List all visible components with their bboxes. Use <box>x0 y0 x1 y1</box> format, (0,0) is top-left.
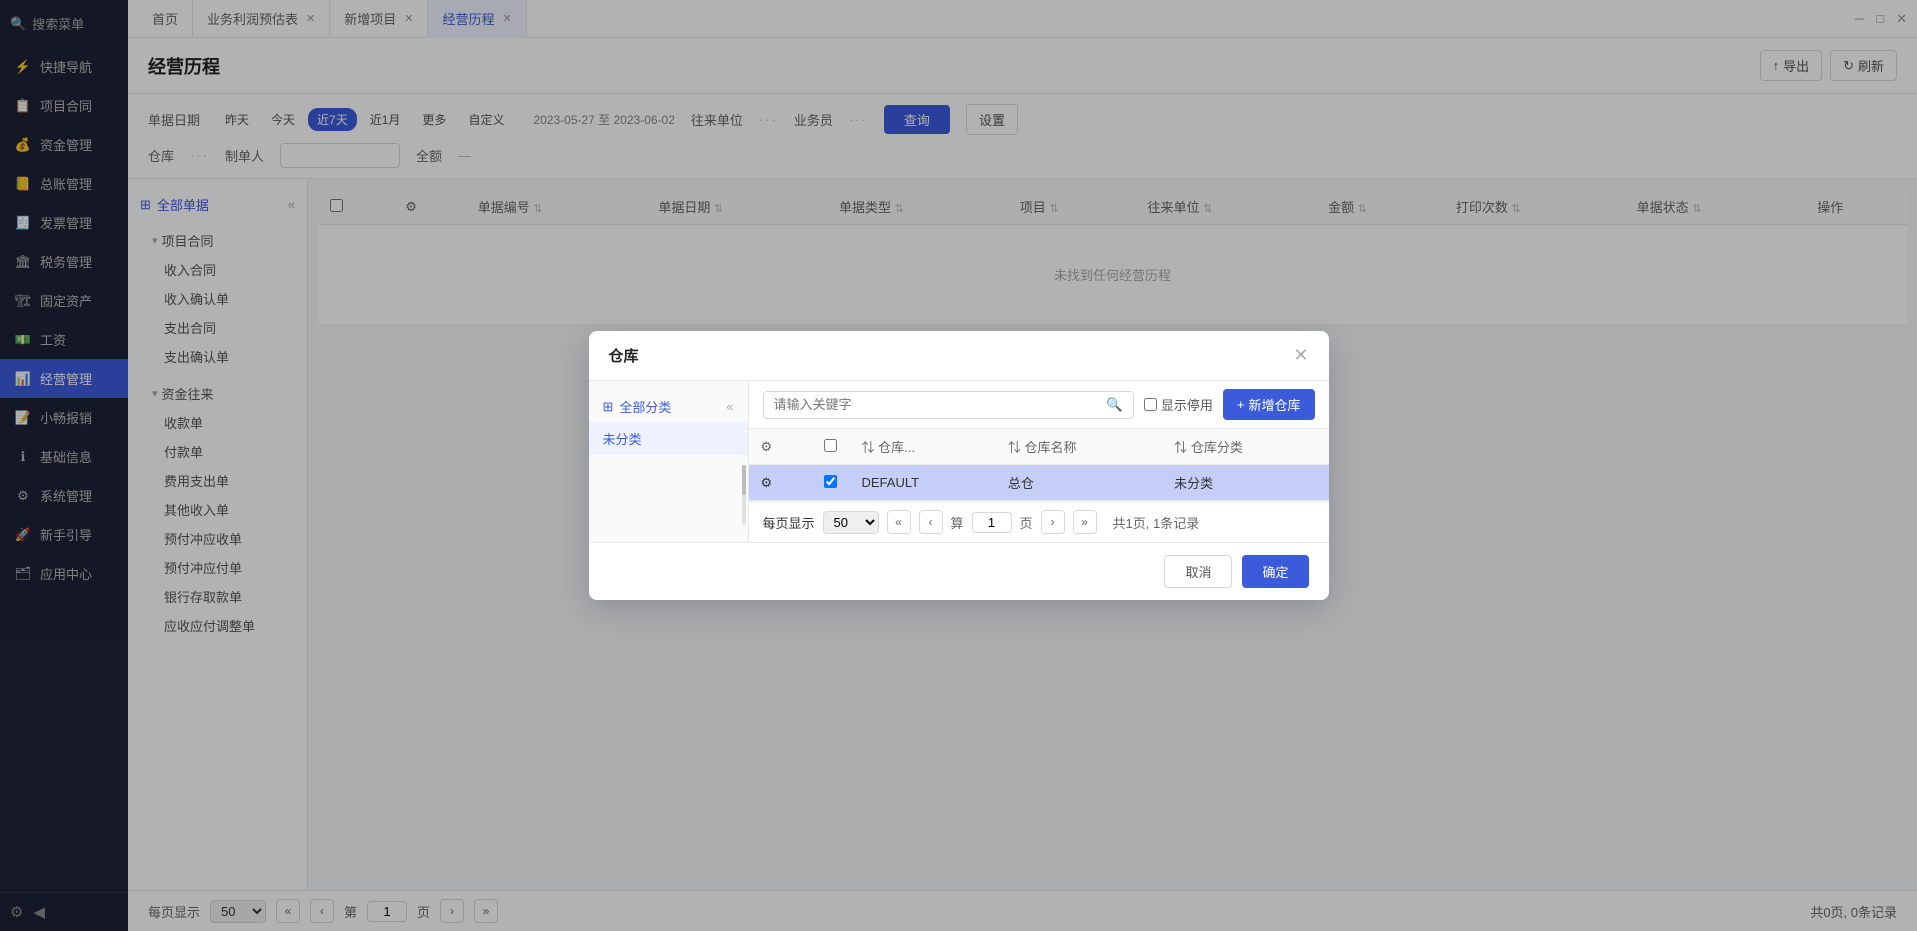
show-disabled-checkbox[interactable] <box>1144 398 1157 411</box>
modal-next-page-btn[interactable]: › <box>1041 510 1065 534</box>
row-checkbox[interactable] <box>824 475 837 488</box>
row-warehouse-category: 未分类 <box>1162 465 1328 501</box>
modal-page-size-select[interactable]: 50 100 <box>823 511 879 534</box>
modal-left-uncategorized[interactable]: 未分类 <box>589 422 748 455</box>
show-disabled-text: 显示停用 <box>1161 395 1213 414</box>
modal-left-header[interactable]: ⊞ 全部分类 « <box>589 391 748 422</box>
modal-search-wrap: 🔍 <box>763 391 1134 419</box>
warehouse-modal: 仓库 ✕ ⊞ 全部分类 « 未分类 <box>589 331 1329 600</box>
modal-first-page-btn[interactable]: « <box>887 510 911 534</box>
table-row[interactable]: ⚙ DEFAULT 总仓 未分类 <box>749 465 1329 501</box>
row-warehouse-name: 总仓 <box>996 465 1162 501</box>
modal-go-label: 算 <box>951 513 964 532</box>
modal-close-button[interactable]: ✕ <box>1293 345 1308 366</box>
row-checkbox-cell <box>812 465 849 501</box>
add-warehouse-label: 新增仓库 <box>1248 395 1300 414</box>
warehouse-category-header: 仓库分类 <box>1191 440 1243 455</box>
warehouse-code-header: 仓库... <box>878 440 915 455</box>
modal-col-settings: ⚙ <box>749 429 813 465</box>
show-disabled-label: 显示停用 <box>1144 395 1213 414</box>
modal-header: 仓库 ✕ <box>589 331 1329 381</box>
modal-search-button[interactable]: 🔍 <box>1096 392 1133 418</box>
modal-footer: 取消 确定 <box>589 542 1329 600</box>
modal-pagination: 每页显示 50 100 « ‹ 算 页 › » 共1页, 1条记录 <box>749 501 1329 542</box>
modal-table-wrap: ⚙ ⇅ 仓库... ⇅ 仓库名称 <box>749 429 1329 501</box>
modal-right-panel: 🔍 显示停用 + 新增仓库 <box>749 381 1329 542</box>
uncategorized-label: 未分类 <box>603 432 642 447</box>
modal-overlay[interactable]: 仓库 ✕ ⊞ 全部分类 « 未分类 <box>0 0 1917 931</box>
modal-prev-page-btn[interactable]: ‹ <box>919 510 943 534</box>
modal-body: ⊞ 全部分类 « 未分类 🔍 <box>589 381 1329 542</box>
modal-toolbar: 🔍 显示停用 + 新增仓库 <box>749 381 1329 429</box>
add-warehouse-button[interactable]: + 新增仓库 <box>1223 389 1315 420</box>
warehouse-name-header: 仓库名称 <box>1025 440 1077 455</box>
row-warehouse-code: DEFAULT <box>849 465 995 501</box>
modal-warehouse-table: ⚙ ⇅ 仓库... ⇅ 仓库名称 <box>749 429 1329 501</box>
plus-icon: + <box>1237 397 1245 412</box>
modal-page-label: 页 <box>1020 513 1033 532</box>
modal-last-page-btn[interactable]: » <box>1073 510 1097 534</box>
modal-left-panel: ⊞ 全部分类 « 未分类 <box>589 381 749 542</box>
modal-page-input[interactable] <box>972 512 1012 533</box>
modal-record-info: 共1页, 1条记录 <box>1113 513 1200 532</box>
row-settings-icon[interactable]: ⚙ <box>749 465 813 501</box>
all-category-icon: ⊞ <box>603 399 614 415</box>
modal-per-page-label: 每页显示 <box>763 513 815 532</box>
modal-left-collapse-btn[interactable]: « <box>726 399 733 414</box>
modal-col-warehouse-category: ⇅ 仓库分类 <box>1162 429 1328 465</box>
confirm-button[interactable]: 确定 <box>1242 555 1308 588</box>
modal-col-warehouse-name: ⇅ 仓库名称 <box>996 429 1162 465</box>
modal-select-all[interactable] <box>824 439 837 452</box>
cancel-button[interactable]: 取消 <box>1164 555 1232 588</box>
modal-col-warehouse-code: ⇅ 仓库... <box>849 429 995 465</box>
all-category-label: 全部分类 <box>619 397 671 416</box>
modal-col-checkbox <box>812 429 849 465</box>
modal-title: 仓库 <box>609 345 639 366</box>
modal-search-input[interactable] <box>764 392 1097 417</box>
